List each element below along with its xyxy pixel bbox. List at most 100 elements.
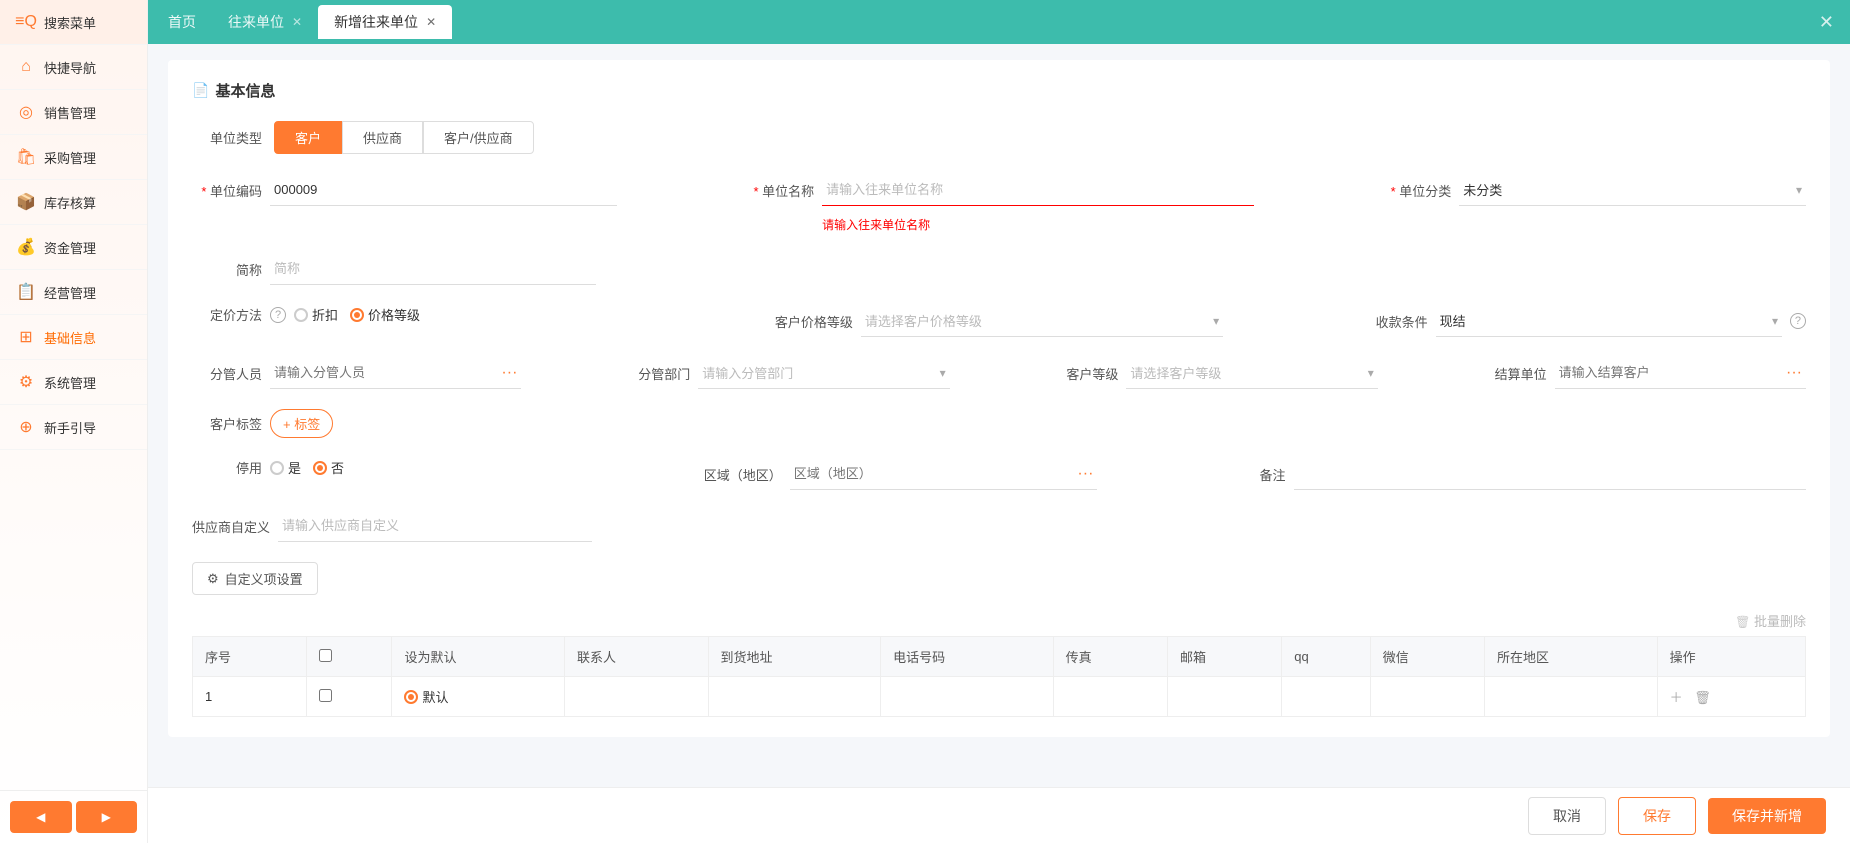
tab-partner[interactable]: 往来单位 ✕	[212, 5, 318, 39]
region-more-btn[interactable]: ···	[1073, 465, 1097, 483]
pricing-price-level[interactable]: 价格等级	[350, 305, 420, 324]
sales-icon: ◎	[16, 102, 36, 122]
cust-price-level-select[interactable]: 请选择客户价格等级 ▾	[861, 305, 1223, 337]
disabled-no[interactable]: 否	[313, 458, 344, 477]
tabbar-close-btn[interactable]: ✕	[1807, 12, 1846, 33]
sidebar-item-purchase[interactable]: 🛍 采购管理	[0, 135, 147, 180]
col-fax: 传真	[1053, 637, 1167, 677]
sidebar-item-label: 快捷导航	[44, 58, 96, 77]
field-disabled: 停用 是 否	[192, 458, 586, 477]
cell-phone	[881, 677, 1054, 717]
cell-contact	[565, 677, 708, 717]
sidebar-search[interactable]: ≡Q 搜索菜单	[0, 0, 147, 45]
dept-select[interactable]: 请输入分管部门 ▾	[698, 357, 949, 389]
payment-cond-value: 现结	[1436, 311, 1768, 330]
manager-more-btn[interactable]: ···	[497, 364, 521, 382]
tag-label: 客户标签	[192, 414, 262, 433]
tab-new-partner-close[interactable]: ✕	[426, 15, 436, 29]
pricing-price-level-label: 价格等级	[368, 305, 420, 324]
sidebar-item-finance[interactable]: 💰 资金管理	[0, 225, 147, 270]
settlement-more-btn[interactable]: ···	[1782, 364, 1806, 382]
section-title-icon: 📄	[192, 82, 209, 99]
save-button[interactable]: 保存	[1618, 797, 1696, 835]
sidebar-item-inventory[interactable]: 📦 库存核算	[0, 180, 147, 225]
cust-level-label: 客户等级	[1048, 364, 1118, 383]
cust-level-select[interactable]: 请选择客户等级 ▾	[1126, 357, 1377, 389]
dept-label: 分管部门	[620, 364, 690, 383]
row-add-btn[interactable]: ＋	[1670, 690, 1683, 705]
search-icon: ≡Q	[16, 12, 36, 32]
disabled-yes[interactable]: 是	[270, 458, 301, 477]
col-wechat: 微信	[1370, 637, 1484, 677]
col-default: 设为默认	[392, 637, 565, 677]
col-delivery: 到货地址	[708, 637, 881, 677]
disabled-radio-group: 是 否	[270, 458, 344, 477]
content-area: 📄 基本信息 单位类型 客户 供应商 客户/供应商 单位编码	[148, 44, 1850, 843]
sidebar-item-label: 库存核算	[44, 193, 96, 212]
pricing-discount[interactable]: 折扣	[294, 305, 338, 324]
tab-new-partner[interactable]: 新增往来单位 ✕	[318, 5, 452, 39]
sidebar-item-basic[interactable]: ⊞ 基础信息	[0, 315, 147, 360]
cell-delivery	[708, 677, 881, 717]
cancel-button[interactable]: 取消	[1528, 797, 1606, 835]
cust-price-level-placeholder: 请选择客户价格等级	[861, 311, 1209, 330]
manager-input[interactable]	[270, 365, 497, 380]
payment-cond-select[interactable]: 现结 ▾	[1436, 305, 1782, 337]
field-abbr: 简称	[192, 253, 596, 285]
sidebar-item-quick-nav[interactable]: ⌂ 快捷导航	[0, 45, 147, 90]
unit-cat-select[interactable]: 未分类 ▾	[1459, 174, 1806, 206]
sidebar-item-operations[interactable]: 📋 经营管理	[0, 270, 147, 315]
region-input[interactable]	[790, 466, 1074, 481]
sidebar-item-label: 新手引导	[44, 418, 96, 437]
basic-info-card: 📄 基本信息 单位类型 客户 供应商 客户/供应商 单位编码	[168, 60, 1830, 737]
disabled-yes-radio	[270, 461, 284, 475]
finance-icon: 💰	[16, 237, 36, 257]
unit-type-supplier[interactable]: 供应商	[342, 121, 423, 154]
row-code-name-cat: 单位编码 单位名称 请输入往来单位名称 单位分类 未分	[192, 174, 1806, 233]
sidebar-item-system[interactable]: ⚙ 系统管理	[0, 360, 147, 405]
save-add-button[interactable]: 保存并新增	[1708, 798, 1826, 834]
cell-seq: 1	[193, 677, 307, 717]
row-delete-btn[interactable]: 🗑	[1694, 690, 1711, 705]
unit-name-input[interactable]	[822, 174, 1254, 206]
row-abbr: 简称	[192, 253, 1806, 285]
disabled-label: 停用	[192, 458, 262, 477]
sidebar-item-label: 系统管理	[44, 373, 96, 392]
pricing-method-label: 定价方法	[192, 305, 262, 324]
supplier-custom-input[interactable]	[278, 510, 592, 542]
tabbar: 首页 往来单位 ✕ 新增往来单位 ✕ ✕	[148, 0, 1850, 44]
custom-settings-button[interactable]: ⚙ 自定义项设置	[192, 562, 318, 595]
pricing-discount-label: 折扣	[312, 305, 338, 324]
abbr-input[interactable]	[270, 253, 596, 285]
sidebar-bottom-btn2[interactable]: ▶	[76, 801, 138, 833]
field-unit-category: 单位分类 未分类 ▾	[1381, 174, 1806, 206]
pricing-radio-group: 折扣 价格等级	[294, 305, 420, 324]
purchase-icon: 🛍	[16, 147, 36, 167]
sidebar-item-newbie[interactable]: ⊕ 新手引导	[0, 405, 147, 450]
notes-input[interactable]	[1294, 458, 1806, 490]
batch-delete-label[interactable]: 批量删除	[1754, 614, 1806, 629]
col-email: 邮箱	[1167, 637, 1281, 677]
settlement-input[interactable]	[1555, 365, 1782, 380]
sidebar-item-sales[interactable]: ◎ 销售管理	[0, 90, 147, 135]
cell-email	[1167, 677, 1281, 717]
unit-code-input[interactable]	[270, 174, 617, 206]
default-radio	[404, 690, 418, 704]
row-checkbox[interactable]	[319, 689, 332, 702]
unit-type-row: 单位类型 客户 供应商 客户/供应商	[192, 121, 1806, 154]
select-all-checkbox[interactable]	[319, 649, 332, 662]
field-pricing-method: 定价方法 ? 折扣 价格等级	[192, 305, 640, 324]
unit-type-both[interactable]: 客户/供应商	[423, 121, 534, 154]
field-tag: 客户标签 + 标签	[192, 409, 1806, 438]
unit-type-label: 单位类型	[192, 128, 262, 147]
add-tag-button[interactable]: + 标签	[270, 409, 333, 438]
default-radio-label[interactable]: 默认	[404, 687, 552, 706]
sidebar-bottom-btn1[interactable]: ◀	[10, 801, 72, 833]
cell-default: 默认	[392, 677, 565, 717]
pricing-help-icon[interactable]: ?	[270, 307, 286, 323]
tab-partner-close[interactable]: ✕	[292, 15, 302, 29]
payment-help-icon[interactable]: ?	[1790, 313, 1806, 329]
tab-home[interactable]: 首页	[152, 5, 212, 39]
batch-delete-icon: 🗑	[1735, 615, 1750, 629]
unit-type-customer[interactable]: 客户	[274, 121, 342, 154]
